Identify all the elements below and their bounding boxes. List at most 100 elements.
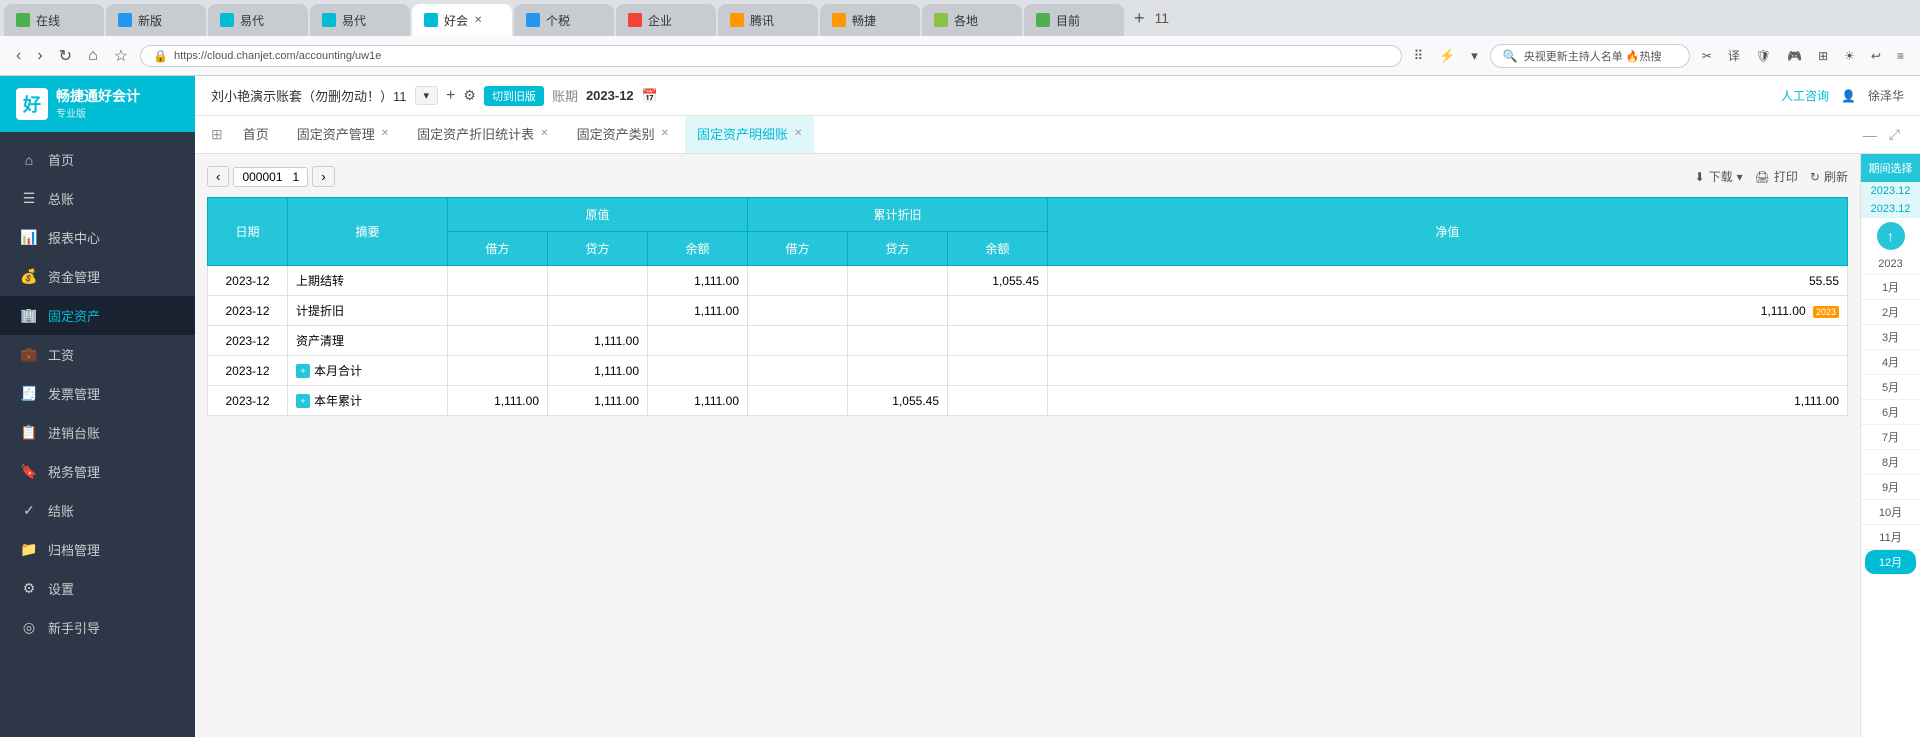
extensions-icon[interactable]: ⠿ bbox=[1410, 44, 1428, 68]
period-month-7[interactable]: 7月 bbox=[1861, 425, 1920, 450]
row5-dep-balance bbox=[948, 386, 1048, 416]
browser-tab-online[interactable]: 在线 bbox=[4, 4, 104, 36]
close-period-icon: ✓ bbox=[20, 502, 38, 519]
page-count: 1 bbox=[293, 170, 300, 184]
brightness-icon[interactable]: ☀ bbox=[1840, 45, 1859, 67]
period-selected-end[interactable]: 2023.12 bbox=[1861, 200, 1920, 218]
period-month-5[interactable]: 5月 bbox=[1861, 375, 1920, 400]
undo-icon[interactable]: ↩ bbox=[1867, 45, 1885, 67]
sidebar-item-reports[interactable]: 📊 报表中心 bbox=[0, 218, 195, 257]
reload-button[interactable]: ↻ bbox=[55, 42, 76, 70]
sidebar-item-close[interactable]: ✓ 结账 bbox=[0, 491, 195, 530]
home-button[interactable]: ⌂ bbox=[84, 43, 102, 69]
sidebar-item-funds[interactable]: 💰 资金管理 bbox=[0, 257, 195, 296]
tab-depreciation-table[interactable]: 固定资产折旧统计表 ✕ bbox=[405, 116, 560, 153]
user-avatar: 👤 bbox=[1841, 89, 1856, 103]
row3-balance bbox=[648, 326, 748, 356]
sidebar-item-invoice[interactable]: 🧾 发票管理 bbox=[0, 374, 195, 413]
new-tab-button[interactable]: + bbox=[1134, 8, 1145, 29]
row2-tag: 2023 bbox=[1813, 306, 1839, 318]
period-month-6[interactable]: 6月 bbox=[1861, 400, 1920, 425]
sidebar-item-label-home: 首页 bbox=[48, 150, 74, 169]
browser-tab-new[interactable]: 新版 bbox=[106, 4, 206, 36]
period-month-8[interactable]: 8月 bbox=[1861, 450, 1920, 475]
tab-depreciation-table-close[interactable]: ✕ bbox=[540, 128, 548, 139]
row1-credit bbox=[548, 266, 648, 296]
go-top-button[interactable]: ↑ bbox=[1877, 222, 1905, 250]
edit-period-icon[interactable]: 📅 bbox=[642, 88, 658, 104]
grid-icon[interactable]: ⊞ bbox=[1814, 45, 1832, 67]
sidebar-item-tax[interactable]: 🔖 税务管理 bbox=[0, 452, 195, 491]
sidebar-item-home[interactable]: ⌂ 首页 bbox=[0, 140, 195, 179]
page-tabs: ⊞ 首页 固定资产管理 ✕ 固定资产折旧统计表 ✕ 固定资产类别 ✕ 固定资产明… bbox=[195, 116, 1920, 154]
period-month-1[interactable]: 1月 bbox=[1861, 275, 1920, 300]
sidebar-item-archive[interactable]: 📁 归档管理 bbox=[0, 530, 195, 569]
period-month-12[interactable]: 12月 bbox=[1865, 550, 1916, 575]
browser-tab-muqian[interactable]: 目前 bbox=[1024, 4, 1124, 36]
dropdown-icon[interactable]: ▾ bbox=[1467, 44, 1482, 68]
period-month-10[interactable]: 10月 bbox=[1861, 500, 1920, 525]
row3-dep-credit bbox=[848, 326, 948, 356]
tab-asset-mgmt[interactable]: 固定资产管理 ✕ bbox=[285, 116, 401, 153]
period-year-2023[interactable]: 2023 bbox=[1861, 254, 1920, 275]
menu-icon[interactable]: ≡ bbox=[1893, 45, 1908, 67]
browser-tab-haohui[interactable]: 好会 ✕ bbox=[412, 4, 512, 36]
game-icon[interactable]: 🎮 bbox=[1783, 45, 1806, 67]
ledger-icon: ☰ bbox=[20, 190, 38, 207]
period-month-4[interactable]: 4月 bbox=[1861, 350, 1920, 375]
period-selected-start[interactable]: 2023.12 bbox=[1861, 182, 1920, 200]
reports-icon: 📊 bbox=[20, 229, 38, 246]
browser-tab-yidai2[interactable]: 易代 bbox=[310, 4, 410, 36]
tab-asset-detail[interactable]: 固定资产明细账 ✕ bbox=[685, 116, 814, 153]
sidebar-item-label-guide: 新手引导 bbox=[48, 618, 100, 637]
print-button[interactable]: 🖨 打印 bbox=[1755, 168, 1798, 185]
tab-asset-category-close[interactable]: ✕ bbox=[661, 128, 669, 139]
translate-icon[interactable]: 译 bbox=[1724, 43, 1744, 68]
pagination-right: ⬇ 下载 ▾ 🖨 打印 ↻ 刷新 bbox=[1695, 168, 1848, 185]
support-link[interactable]: 人工咨询 bbox=[1781, 87, 1829, 104]
browser-tab-geshui[interactable]: 个税 bbox=[514, 4, 614, 36]
col-header-net-value: 净值 bbox=[1048, 198, 1848, 266]
forward-button[interactable]: › bbox=[33, 43, 46, 69]
sidebar-item-ledger[interactable]: ☰ 总账 bbox=[0, 179, 195, 218]
sidebar-menu: ⌂ 首页 ☰ 总账 📊 报表中心 💰 资金管理 🏢 固定资产 💼 工资 bbox=[0, 132, 195, 737]
browser-tab-qiye[interactable]: 企业 bbox=[616, 4, 716, 36]
prev-page-button[interactable]: ‹ bbox=[207, 166, 229, 187]
period-month-11[interactable]: 11月 bbox=[1861, 525, 1920, 550]
settings-button[interactable]: ⚙ bbox=[463, 87, 476, 104]
period-month-2[interactable]: 2月 bbox=[1861, 300, 1920, 325]
expand-icon[interactable]: ⊞ bbox=[211, 126, 223, 143]
back-button[interactable]: ‹ bbox=[12, 43, 25, 69]
download-button[interactable]: ⬇ 下载 ▾ bbox=[1695, 168, 1743, 185]
sidebar-item-salary[interactable]: 💼 工资 bbox=[0, 335, 195, 374]
browser-tab-changjie[interactable]: 畅捷 bbox=[820, 4, 920, 36]
maximize-window-icon[interactable]: ⤢ bbox=[1885, 122, 1904, 147]
scissors-icon[interactable]: ✂ bbox=[1698, 45, 1716, 67]
sidebar-item-settings[interactable]: ⚙ 设置 bbox=[0, 569, 195, 608]
refresh-button[interactable]: ↻ 刷新 bbox=[1810, 168, 1848, 185]
shield-icon[interactable]: 🛡 bbox=[1752, 45, 1775, 67]
next-page-button[interactable]: › bbox=[312, 166, 334, 187]
sidebar-item-purchase[interactable]: 📋 进销台账 bbox=[0, 413, 195, 452]
tab-asset-category[interactable]: 固定资产类别 ✕ bbox=[565, 116, 681, 153]
tab-home[interactable]: 首页 bbox=[231, 116, 281, 153]
sidebar-item-guide[interactable]: ◎ 新手引导 bbox=[0, 608, 195, 647]
tab-asset-mgmt-label: 固定资产管理 bbox=[297, 124, 375, 143]
row1-date: 2023-12 bbox=[208, 266, 288, 296]
browser-tab-yidai1[interactable]: 易代 bbox=[208, 4, 308, 36]
switch-version-button[interactable]: 切到旧版 bbox=[484, 86, 544, 106]
pagination-left: ‹ 000001 1 › bbox=[207, 166, 335, 187]
row3-dep-balance bbox=[948, 326, 1048, 356]
tab-asset-mgmt-close[interactable]: ✕ bbox=[381, 128, 389, 139]
bookmark-button[interactable]: ☆ bbox=[110, 42, 132, 70]
minimize-window-icon[interactable]: — bbox=[1859, 123, 1881, 147]
tab-close-haohui[interactable]: ✕ bbox=[474, 15, 482, 26]
add-account-button[interactable]: + bbox=[446, 87, 455, 105]
sidebar-item-assets[interactable]: 🏢 固定资产 bbox=[0, 296, 195, 335]
period-month-9[interactable]: 9月 bbox=[1861, 475, 1920, 500]
browser-tab-gedi[interactable]: 各地 bbox=[922, 4, 1022, 36]
browser-tab-tencent[interactable]: 腾讯 bbox=[718, 4, 818, 36]
lightning-icon[interactable]: ⚡ bbox=[1435, 44, 1459, 68]
period-month-3[interactable]: 3月 bbox=[1861, 325, 1920, 350]
tab-asset-detail-close[interactable]: ✕ bbox=[794, 128, 802, 139]
